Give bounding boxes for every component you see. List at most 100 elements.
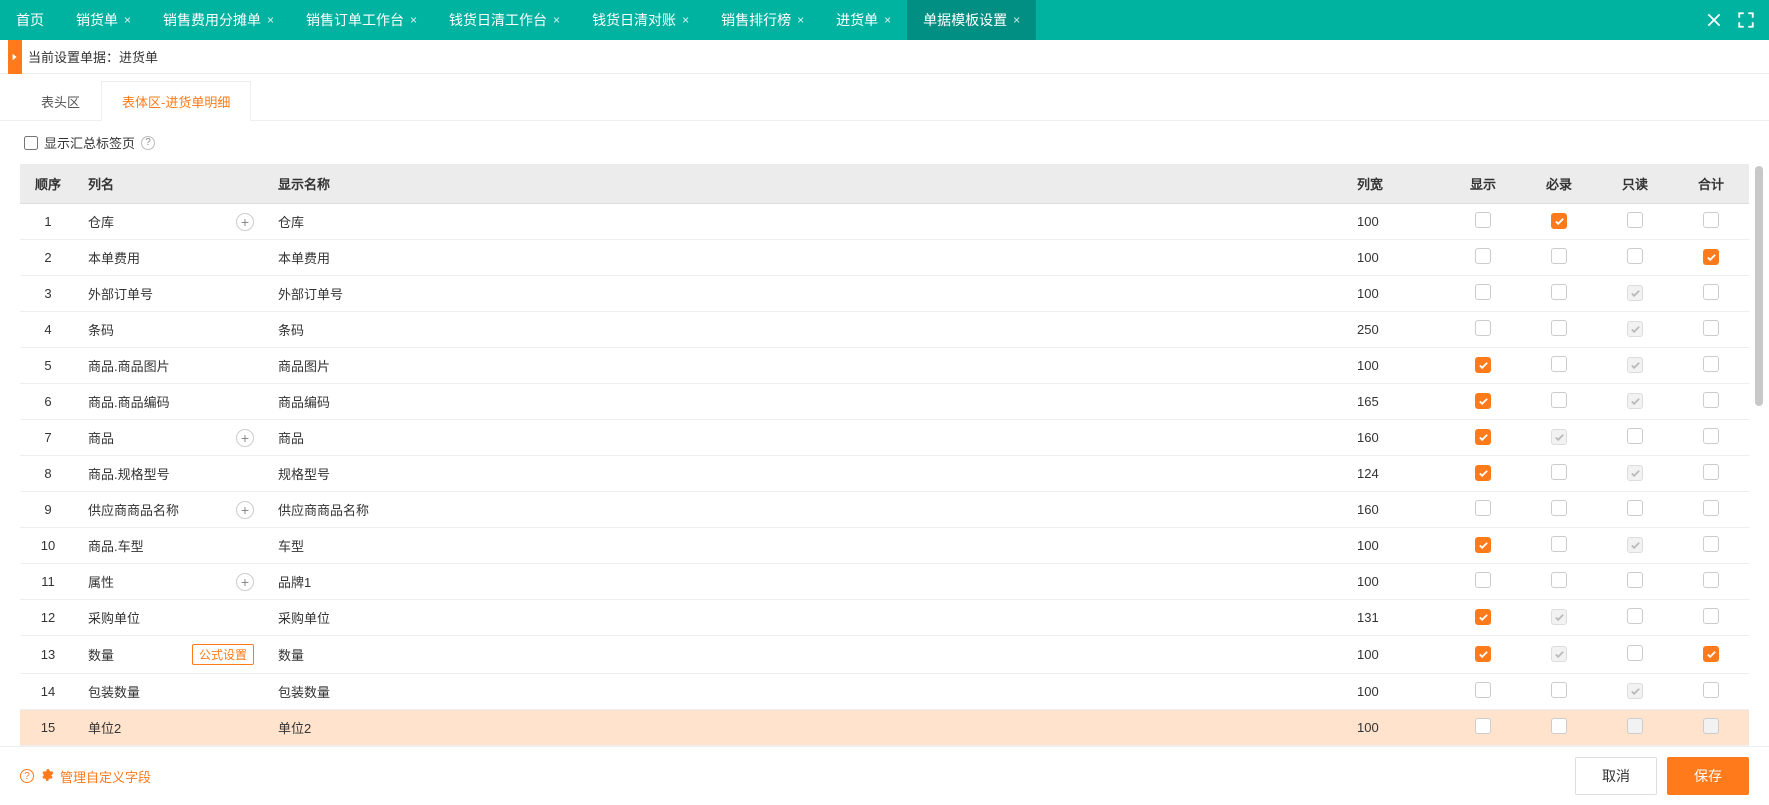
cell-width[interactable]: 250: [1345, 312, 1445, 348]
checkbox[interactable]: [1703, 646, 1719, 662]
checkbox[interactable]: [1703, 572, 1719, 588]
checkbox[interactable]: [1475, 646, 1491, 662]
top-tab[interactable]: 钱货日清对账×: [576, 0, 705, 40]
tab-close-icon[interactable]: ×: [682, 13, 689, 27]
cell-display-name[interactable]: 规格型号: [266, 456, 1345, 492]
cell-display-name[interactable]: 车型: [266, 528, 1345, 564]
add-icon[interactable]: +: [236, 501, 254, 519]
tab-close-icon[interactable]: ×: [1013, 13, 1020, 27]
collapse-handle-icon[interactable]: [8, 40, 22, 74]
tab-close-icon[interactable]: ×: [410, 13, 417, 27]
checkbox[interactable]: [1627, 572, 1643, 588]
cell-width[interactable]: 124: [1345, 456, 1445, 492]
checkbox[interactable]: [1551, 572, 1567, 588]
checkbox[interactable]: [1475, 609, 1491, 625]
table-row[interactable]: 6商品.商品编码商品编码165: [20, 384, 1749, 420]
checkbox[interactable]: [1627, 500, 1643, 516]
table-row[interactable]: 10商品.车型车型100: [20, 528, 1749, 564]
cell-display-name[interactable]: 商品: [266, 420, 1345, 456]
checkbox[interactable]: [1703, 428, 1719, 444]
table-row[interactable]: 7商品+商品160: [20, 420, 1749, 456]
formula-tag[interactable]: 公式设置: [192, 644, 254, 665]
checkbox[interactable]: [1627, 608, 1643, 624]
cell-display-name[interactable]: 外部订单号: [266, 276, 1345, 312]
cell-display-name[interactable]: 数量: [266, 636, 1345, 674]
cell-width[interactable]: 100: [1345, 240, 1445, 276]
checkbox[interactable]: [1627, 428, 1643, 444]
tab-close-icon[interactable]: ×: [797, 13, 804, 27]
subtab[interactable]: 表体区-进货单明细: [101, 81, 251, 121]
save-button[interactable]: 保存: [1667, 757, 1749, 795]
cell-width[interactable]: 100: [1345, 636, 1445, 674]
top-tab[interactable]: 销货单×: [60, 0, 147, 40]
checkbox[interactable]: [1475, 357, 1491, 373]
cell-width[interactable]: 100: [1345, 276, 1445, 312]
checkbox[interactable]: [1475, 429, 1491, 445]
checkbox[interactable]: [1475, 284, 1491, 300]
table-row[interactable]: 12采购单位采购单位131: [20, 600, 1749, 636]
cell-width[interactable]: 160: [1345, 420, 1445, 456]
cell-display-name[interactable]: 单位2: [266, 710, 1345, 746]
table-row[interactable]: 9供应商商品名称+供应商商品名称160: [20, 492, 1749, 528]
add-icon[interactable]: +: [236, 573, 254, 591]
checkbox[interactable]: [1551, 356, 1567, 372]
checkbox[interactable]: [1551, 284, 1567, 300]
top-tab[interactable]: 销售费用分摊单×: [147, 0, 290, 40]
table-row[interactable]: 15单位2单位2100: [20, 710, 1749, 746]
cell-width[interactable]: 165: [1345, 384, 1445, 420]
checkbox[interactable]: [1627, 212, 1643, 228]
cell-width[interactable]: 100: [1345, 204, 1445, 240]
subtab[interactable]: 表头区: [20, 81, 101, 121]
table-row[interactable]: 2本单费用本单费用100: [20, 240, 1749, 276]
checkbox[interactable]: [1703, 284, 1719, 300]
table-row[interactable]: 3外部订单号外部订单号100: [20, 276, 1749, 312]
table-row[interactable]: 5商品.商品图片商品图片100: [20, 348, 1749, 384]
checkbox[interactable]: [1703, 320, 1719, 336]
checkbox[interactable]: [1627, 248, 1643, 264]
cell-display-name[interactable]: 商品图片: [266, 348, 1345, 384]
tab-close-icon[interactable]: ×: [124, 13, 131, 27]
cancel-button[interactable]: 取消: [1575, 757, 1657, 795]
top-tab[interactable]: 钱货日清工作台×: [433, 0, 576, 40]
checkbox[interactable]: [1703, 608, 1719, 624]
top-tab[interactable]: 单据模板设置×: [907, 0, 1036, 40]
show-summary-checkbox[interactable]: [24, 136, 38, 150]
table-row[interactable]: 14包装数量包装数量100: [20, 674, 1749, 710]
checkbox[interactable]: [1703, 536, 1719, 552]
checkbox[interactable]: [1703, 682, 1719, 698]
top-tab[interactable]: 销售排行榜×: [705, 0, 820, 40]
checkbox[interactable]: [1475, 320, 1491, 336]
table-row[interactable]: 8商品.规格型号规格型号124: [20, 456, 1749, 492]
checkbox[interactable]: [1551, 320, 1567, 336]
tab-close-icon[interactable]: ×: [553, 13, 560, 27]
table-row[interactable]: 4条码条码250: [20, 312, 1749, 348]
cell-display-name[interactable]: 供应商商品名称: [266, 492, 1345, 528]
cell-display-name[interactable]: 采购单位: [266, 600, 1345, 636]
checkbox[interactable]: [1703, 356, 1719, 372]
checkbox[interactable]: [1551, 718, 1567, 734]
top-tab[interactable]: 首页: [0, 0, 60, 40]
checkbox[interactable]: [1551, 500, 1567, 516]
add-icon[interactable]: +: [236, 429, 254, 447]
add-icon[interactable]: +: [236, 213, 254, 231]
cell-width[interactable]: 100: [1345, 528, 1445, 564]
close-all-icon[interactable]: [1705, 11, 1723, 29]
cell-display-name[interactable]: 商品编码: [266, 384, 1345, 420]
table-row[interactable]: 13数量公式设置数量100: [20, 636, 1749, 674]
cell-width[interactable]: 131: [1345, 600, 1445, 636]
help-icon[interactable]: ?: [141, 136, 155, 150]
cell-display-name[interactable]: 条码: [266, 312, 1345, 348]
manage-custom-fields-link[interactable]: 管理自定义字段: [60, 767, 151, 786]
checkbox[interactable]: [1551, 682, 1567, 698]
footer-help-icon[interactable]: ?: [20, 769, 34, 783]
gear-icon[interactable]: [40, 768, 54, 785]
tab-close-icon[interactable]: ×: [884, 13, 891, 27]
checkbox[interactable]: [1475, 537, 1491, 553]
checkbox[interactable]: [1703, 392, 1719, 408]
checkbox[interactable]: [1703, 500, 1719, 516]
top-tab[interactable]: 销售订单工作台×: [290, 0, 433, 40]
table-row[interactable]: 1仓库+仓库100: [20, 204, 1749, 240]
checkbox[interactable]: [1475, 248, 1491, 264]
checkbox[interactable]: [1703, 212, 1719, 228]
cell-display-name[interactable]: 包装数量: [266, 674, 1345, 710]
